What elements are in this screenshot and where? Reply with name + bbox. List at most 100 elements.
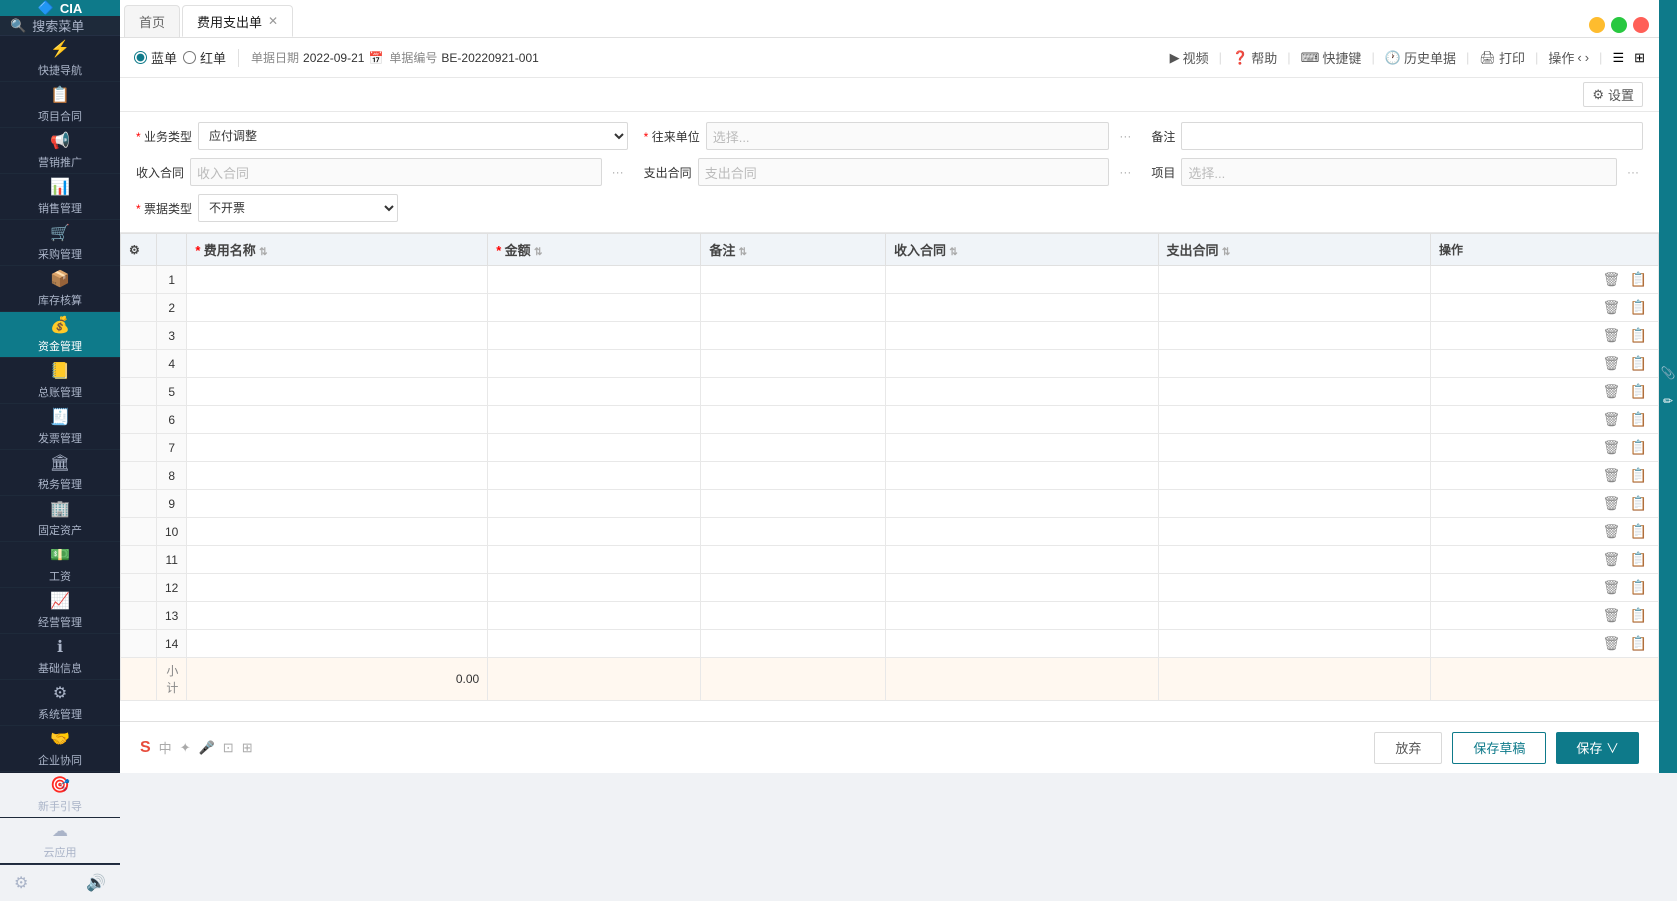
sidebar-item-operations[interactable]: 📈经营管理	[0, 588, 120, 634]
minimize-button[interactable]	[1589, 17, 1605, 33]
row-remark[interactable]	[701, 294, 886, 322]
row-remark[interactable]	[701, 406, 886, 434]
tab-home[interactable]: 首页	[124, 5, 180, 37]
row-expense-name[interactable]	[187, 266, 488, 294]
income-contract-dots[interactable]: ···	[608, 165, 628, 179]
row-amount[interactable]	[488, 350, 701, 378]
row-income-contract[interactable]	[886, 266, 1158, 294]
right-panel[interactable]: 📎 ✏	[1659, 0, 1677, 773]
row-income-contract[interactable]	[886, 406, 1158, 434]
row-remark[interactable]	[701, 630, 886, 658]
row-expense-name[interactable]	[187, 350, 488, 378]
row-copy-button[interactable]: 📋	[1627, 607, 1650, 624]
row-remark[interactable]	[701, 266, 886, 294]
row-expense-name[interactable]	[187, 294, 488, 322]
sort-amount[interactable]: ⇅	[534, 247, 542, 258]
row-copy-button[interactable]: 📋	[1627, 635, 1650, 652]
row-copy-button[interactable]: 📋	[1627, 411, 1650, 428]
sidebar-item-quick-nav[interactable]: ⚡快捷导航	[0, 36, 120, 82]
sidebar-item-enterprise[interactable]: 🤝企业协同	[0, 726, 120, 772]
row-income-contract[interactable]	[886, 434, 1158, 462]
row-delete-button[interactable]: 🗑	[1599, 411, 1623, 428]
row-delete-button[interactable]: 🗑	[1599, 383, 1623, 400]
sidebar-item-fixed-assets[interactable]: 🏢固定资产	[0, 496, 120, 542]
row-delete-button[interactable]: 🗑	[1599, 551, 1623, 568]
sidebar-item-base-info[interactable]: ℹ基础信息	[0, 634, 120, 680]
row-expense-name[interactable]	[187, 406, 488, 434]
row-amount[interactable]	[488, 490, 701, 518]
sidebar-item-marketing[interactable]: 📢营销推广	[0, 128, 120, 174]
row-expense-contract[interactable]	[1158, 294, 1430, 322]
sidebar-item-cloud-apps[interactable]: ☁云应用	[0, 818, 120, 864]
row-remark[interactable]	[701, 546, 886, 574]
blue-single-radio[interactable]: 蓝单	[134, 48, 177, 67]
row-expense-name[interactable]	[187, 462, 488, 490]
row-expense-contract[interactable]	[1158, 406, 1430, 434]
shortcut-button[interactable]: ⌨ 快捷键	[1301, 48, 1362, 67]
sidebar-item-new-guide[interactable]: 🎯新手引导	[0, 772, 120, 818]
business-type-select[interactable]: 应付调整	[198, 122, 628, 150]
row-income-contract[interactable]	[886, 518, 1158, 546]
video-button[interactable]: ▶ 视频	[1170, 48, 1209, 67]
row-delete-button[interactable]: 🗑	[1599, 523, 1623, 540]
row-expense-contract[interactable]	[1158, 630, 1430, 658]
row-delete-button[interactable]: 🗑	[1599, 607, 1623, 624]
row-amount[interactable]	[488, 322, 701, 350]
row-income-contract[interactable]	[886, 630, 1158, 658]
row-expense-name[interactable]	[187, 518, 488, 546]
row-income-contract[interactable]	[886, 490, 1158, 518]
row-remark[interactable]	[701, 322, 886, 350]
close-button[interactable]	[1633, 17, 1649, 33]
row-delete-button[interactable]: 🗑	[1599, 299, 1623, 316]
sidebar-item-tax[interactable]: 🏛税务管理	[0, 450, 120, 496]
expense-contract-dots[interactable]: ···	[1115, 165, 1135, 179]
row-expense-name[interactable]	[187, 490, 488, 518]
col-income-contract[interactable]: 收入合同 ⇅	[886, 234, 1158, 266]
row-delete-button[interactable]: 🗑	[1599, 327, 1623, 344]
row-remark[interactable]	[701, 378, 886, 406]
row-expense-name[interactable]	[187, 322, 488, 350]
row-expense-name[interactable]	[187, 574, 488, 602]
row-income-contract[interactable]	[886, 350, 1158, 378]
row-expense-contract[interactable]	[1158, 602, 1430, 630]
row-remark[interactable]	[701, 574, 886, 602]
row-expense-name[interactable]	[187, 602, 488, 630]
sort-expense-name[interactable]: ⇅	[259, 247, 267, 258]
sort-remark[interactable]: ⇅	[739, 247, 747, 258]
row-remark[interactable]	[701, 490, 886, 518]
row-remark[interactable]	[701, 462, 886, 490]
sort-expense-contract[interactable]: ⇅	[1222, 247, 1230, 258]
row-amount[interactable]	[488, 602, 701, 630]
remark-input[interactable]	[1181, 122, 1643, 150]
sort-income-contract[interactable]: ⇅	[949, 247, 957, 258]
grid-view-icon[interactable]: ⊞	[1634, 50, 1645, 66]
row-remark[interactable]	[701, 602, 886, 630]
income-contract-input[interactable]: 收入合同	[190, 158, 602, 186]
partner-input[interactable]: 选择...	[706, 122, 1110, 150]
col-expense-contract[interactable]: 支出合同 ⇅	[1158, 234, 1430, 266]
row-copy-button[interactable]: 📋	[1627, 495, 1650, 512]
row-income-contract[interactable]	[886, 294, 1158, 322]
row-amount[interactable]	[488, 462, 701, 490]
row-copy-button[interactable]: 📋	[1627, 579, 1650, 596]
row-delete-button[interactable]: 🗑	[1599, 635, 1623, 652]
red-single-radio[interactable]: 红单	[183, 48, 226, 67]
sidebar-item-purchase[interactable]: 🛒采购管理	[0, 220, 120, 266]
row-copy-button[interactable]: 📋	[1627, 355, 1650, 372]
row-expense-contract[interactable]	[1158, 350, 1430, 378]
row-copy-button[interactable]: 📋	[1627, 551, 1650, 568]
expense-contract-input[interactable]: 支出合同	[698, 158, 1110, 186]
row-delete-button[interactable]: 🗑	[1599, 355, 1623, 372]
row-income-contract[interactable]	[886, 322, 1158, 350]
row-delete-button[interactable]: 🗑	[1599, 467, 1623, 484]
partner-dots[interactable]: ···	[1115, 129, 1135, 143]
row-amount[interactable]	[488, 574, 701, 602]
sidebar-item-invoice[interactable]: 🧾发票管理	[0, 404, 120, 450]
list-view-icon[interactable]: ☰	[1612, 50, 1624, 66]
row-delete-button[interactable]: 🗑	[1599, 579, 1623, 596]
sidebar-item-system[interactable]: ⚙系统管理	[0, 680, 120, 726]
sidebar-item-sales[interactable]: 📊销售管理	[0, 174, 120, 220]
row-expense-contract[interactable]	[1158, 266, 1430, 294]
row-expense-contract[interactable]	[1158, 490, 1430, 518]
row-copy-button[interactable]: 📋	[1627, 523, 1650, 540]
